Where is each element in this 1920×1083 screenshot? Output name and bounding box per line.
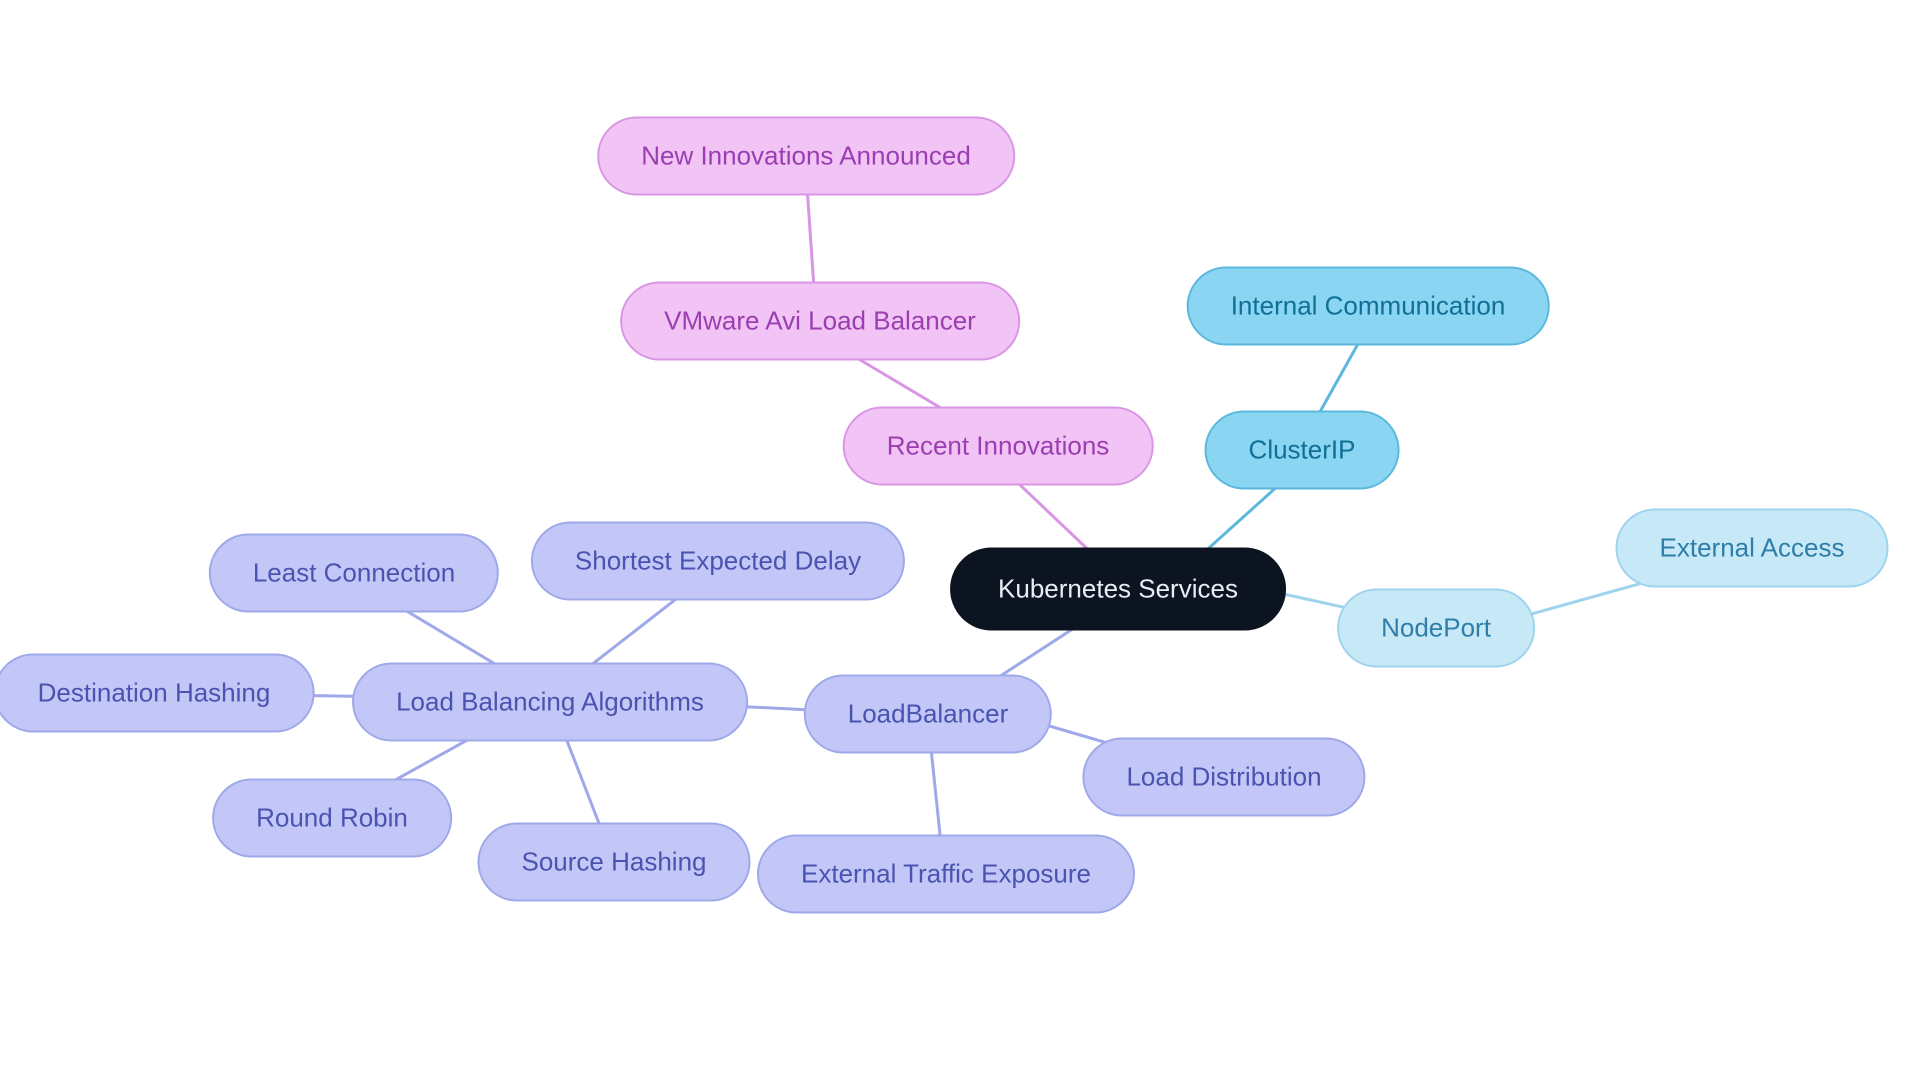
external-access-node[interactable]: External Access: [1616, 509, 1889, 588]
mindmap-canvas: Kubernetes Services Recent Innovations V…: [0, 0, 1920, 1083]
internal-communication-node[interactable]: Internal Communication: [1187, 267, 1550, 346]
source-hashing-node[interactable]: Source Hashing: [478, 823, 751, 902]
loadbalancer-node[interactable]: LoadBalancer: [804, 675, 1052, 754]
external-traffic-node[interactable]: External Traffic Exposure: [757, 835, 1135, 914]
round-robin-node[interactable]: Round Robin: [212, 779, 452, 858]
root-node[interactable]: Kubernetes Services: [950, 548, 1286, 631]
destination-hashing-node[interactable]: Destination Hashing: [0, 654, 314, 733]
shortest-delay-node[interactable]: Shortest Expected Delay: [531, 522, 905, 601]
least-connection-node[interactable]: Least Connection: [209, 534, 499, 613]
vmware-avi-node[interactable]: VMware Avi Load Balancer: [620, 282, 1020, 361]
load-distribution-node[interactable]: Load Distribution: [1082, 738, 1365, 817]
recent-innovations-node[interactable]: Recent Innovations: [843, 407, 1154, 486]
lb-algorithms-node[interactable]: Load Balancing Algorithms: [352, 663, 748, 742]
new-innovations-node[interactable]: New Innovations Announced: [597, 117, 1015, 196]
clusterip-node[interactable]: ClusterIP: [1205, 411, 1400, 490]
nodeport-node[interactable]: NodePort: [1337, 589, 1535, 668]
